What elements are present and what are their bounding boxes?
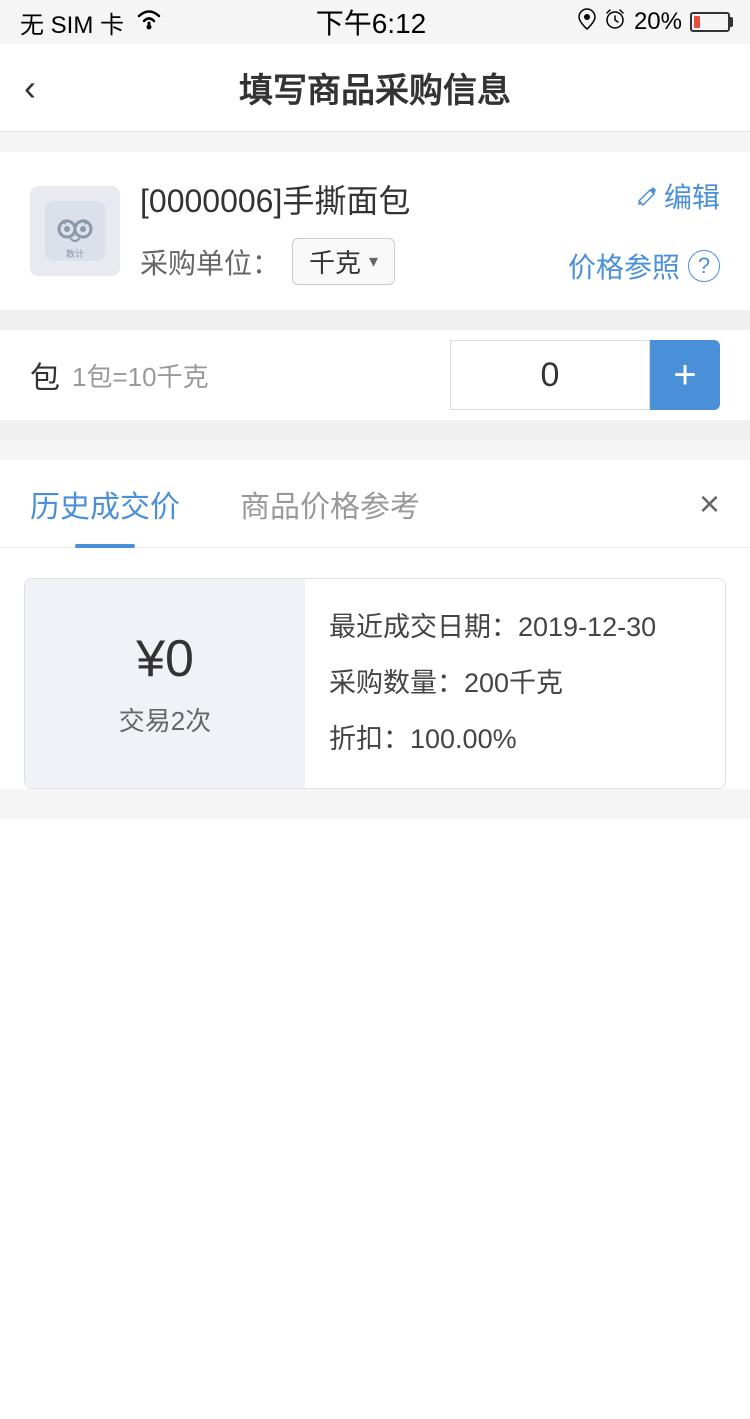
edit-icon xyxy=(636,185,658,207)
status-bar: 无 SIM 卡 下午6:12 20% xyxy=(0,0,750,44)
status-left: 无 SIM 卡 xyxy=(20,5,164,40)
qty-detail-label: 采购数量： xyxy=(329,668,464,698)
alarm-icon xyxy=(604,8,626,37)
tabs: 历史成交价 商品价格参考 xyxy=(30,460,699,548)
date-label: 最近成交日期： xyxy=(329,612,518,642)
discount-label: 折扣： xyxy=(329,724,410,754)
nav-bar: ‹ 填写商品采购信息 xyxy=(0,44,750,132)
tab-price-ref[interactable]: 商品价格参考 xyxy=(240,460,420,548)
battery-icon xyxy=(690,12,730,32)
edit-button[interactable]: 编辑 xyxy=(636,176,720,216)
qty-conversion: 1包=10千克 xyxy=(72,357,209,394)
tab-section: 历史成交价 商品价格参考 × ¥0 交易2次 最近成交日期：2019-12-30… xyxy=(0,460,750,789)
unit-value: 千克 xyxy=(309,243,361,280)
product-name: [0000006]手撕面包 xyxy=(140,176,410,222)
edit-label: 编辑 xyxy=(664,176,720,216)
bottom-area xyxy=(0,819,750,1419)
history-price-value: ¥0 xyxy=(136,629,194,689)
qty-input-group: + xyxy=(450,340,720,410)
tab-close-button[interactable]: × xyxy=(699,483,720,525)
sim-status: 无 SIM 卡 xyxy=(20,5,124,40)
help-icon: ? xyxy=(688,250,720,282)
price-ref-button[interactable]: 价格参照 ? xyxy=(568,246,720,286)
status-right: 20% xyxy=(578,8,730,37)
price-ref-label: 价格参照 xyxy=(568,246,680,286)
history-trades-count: 交易2次 xyxy=(119,701,211,738)
product-left: 数计 [0000006]手撕面包 采购单位： 千克 ▾ xyxy=(30,176,410,285)
history-card: ¥0 交易2次 最近成交日期：2019-12-30 采购数量：200千克 折扣：… xyxy=(24,578,726,789)
history-detail-panel: 最近成交日期：2019-12-30 采购数量：200千克 折扣：100.00% xyxy=(305,579,725,788)
tab-header: 历史成交价 商品价格参考 × xyxy=(0,460,750,548)
qty-label: 包 1包=10千克 xyxy=(30,353,209,397)
location-icon xyxy=(578,8,596,37)
battery-percentage: 20% xyxy=(634,8,682,36)
back-button[interactable]: ‹ xyxy=(24,67,36,109)
history-price-panel: ¥0 交易2次 xyxy=(25,579,305,788)
quantity-row: 包 1包=10千克 + xyxy=(0,330,750,420)
history-discount-row: 折扣：100.00% xyxy=(329,721,701,759)
unit-label: 采购单位： xyxy=(140,242,280,282)
page-title: 填写商品采购信息 xyxy=(239,63,511,112)
history-qty-row: 采购数量：200千克 xyxy=(329,665,701,703)
qty-plus-button[interactable]: + xyxy=(650,340,720,410)
section-divider xyxy=(0,310,750,330)
product-unit-row: 采购单位： 千克 ▾ xyxy=(140,238,410,285)
section-divider-2 xyxy=(0,420,750,440)
unit-select[interactable]: 千克 ▾ xyxy=(292,238,395,285)
status-time: 下午6:12 xyxy=(316,2,427,42)
tab-history-price[interactable]: 历史成交价 xyxy=(30,460,180,548)
qty-detail-value: 200千克 xyxy=(464,668,563,698)
chevron-down-icon: ▾ xyxy=(369,251,378,272)
history-date-row: 最近成交日期：2019-12-30 xyxy=(329,609,701,647)
product-card: 数计 [0000006]手撕面包 采购单位： 千克 ▾ xyxy=(0,152,750,310)
qty-input[interactable] xyxy=(450,340,650,410)
wifi-icon xyxy=(134,8,164,37)
discount-value: 100.00% xyxy=(410,724,517,754)
product-thumbnail: 数计 xyxy=(30,186,120,276)
product-logo-icon: 数计 xyxy=(45,201,105,261)
product-info: [0000006]手撕面包 采购单位： 千克 ▾ xyxy=(140,176,410,285)
svg-text:数计: 数计 xyxy=(66,248,84,259)
qty-unit: 包 xyxy=(30,353,60,397)
date-value: 2019-12-30 xyxy=(518,612,656,642)
